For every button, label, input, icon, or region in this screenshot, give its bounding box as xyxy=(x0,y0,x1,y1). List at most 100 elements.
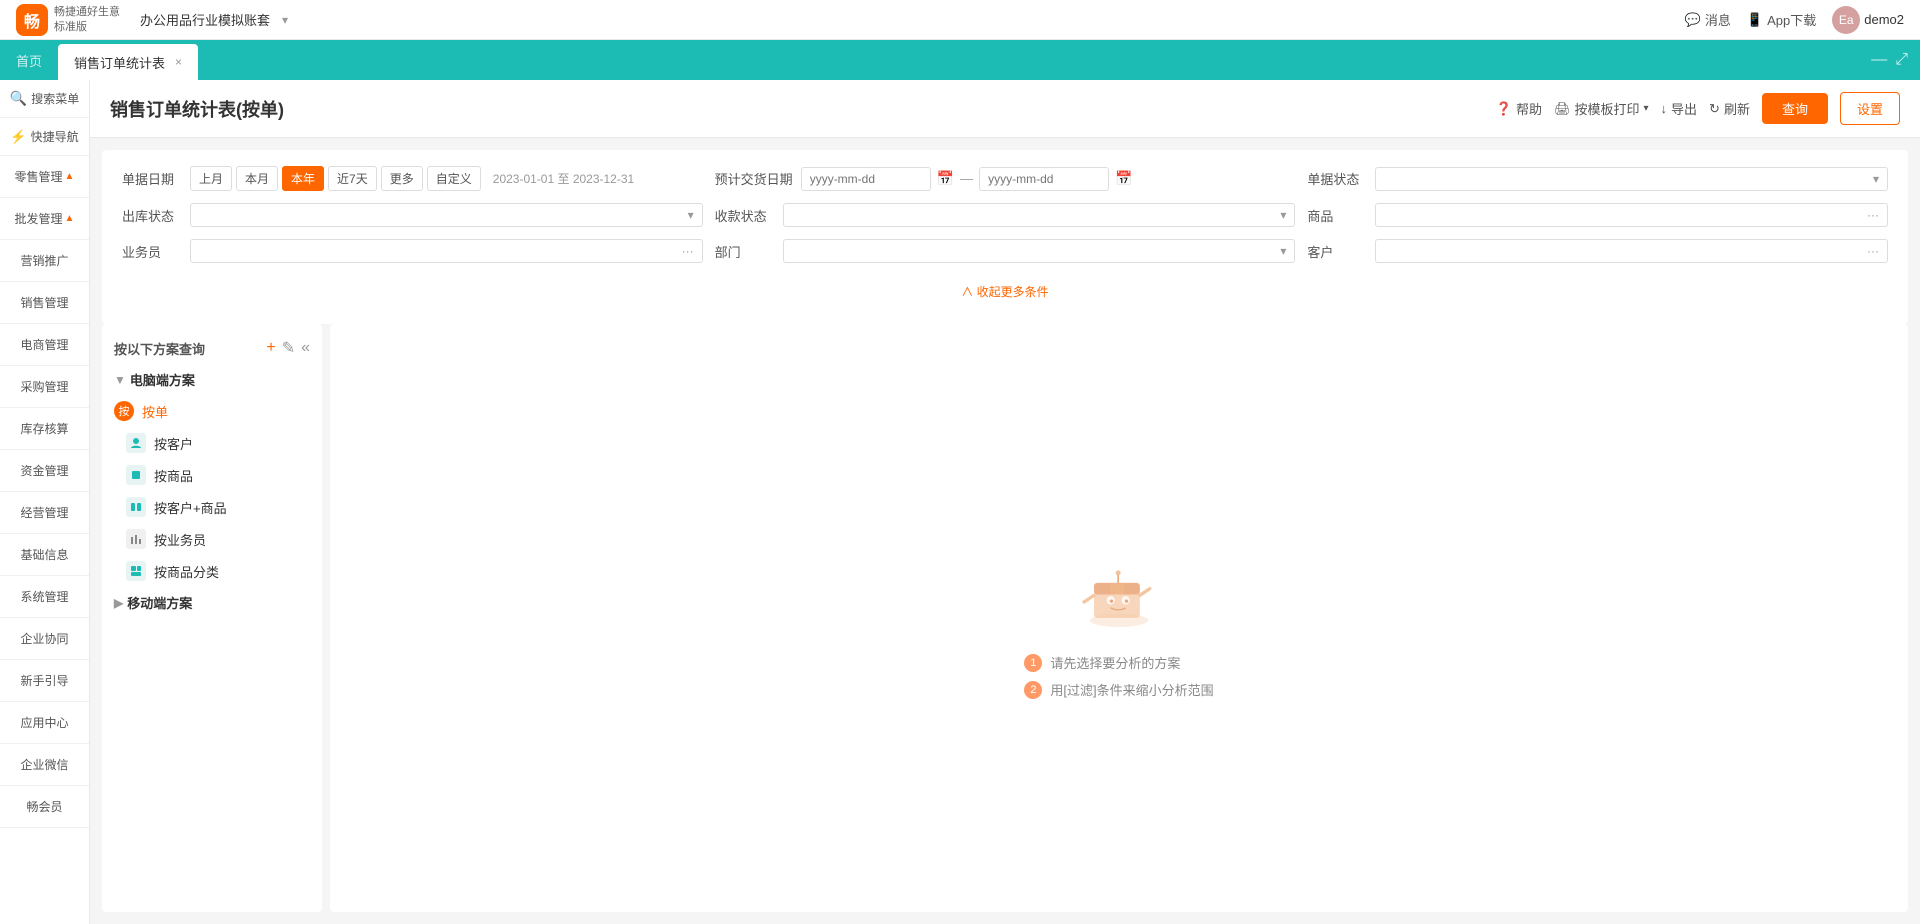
print-icon: 🖨 xyxy=(1554,101,1571,117)
tab-home[interactable]: 首页 xyxy=(0,40,58,80)
message-btn[interactable]: 💬 消息 xyxy=(1685,10,1731,29)
collapse-panel-btn[interactable]: « xyxy=(301,339,310,357)
payment-dropdown-icon: ▾ xyxy=(1280,208,1286,222)
tab-minimize-icon[interactable]: — xyxy=(1871,51,1887,69)
app-title-dropdown-icon[interactable]: ▾ xyxy=(282,13,288,27)
department-label: 部门 xyxy=(715,242,775,261)
collapse-bar[interactable]: ∧ 收起更多条件 xyxy=(122,275,1888,308)
print-btn[interactable]: 🖨 按模板打印 ▾ xyxy=(1554,99,1649,118)
add-scheme-btn[interactable]: + xyxy=(266,339,275,357)
date-btn-this-month[interactable]: 本月 xyxy=(236,166,278,191)
goods-more-icon[interactable]: ··· xyxy=(1867,208,1879,222)
message-icon: 💬 xyxy=(1685,12,1701,28)
sidebar-nav[interactable]: ⚡ 快捷导航 xyxy=(0,118,89,156)
sidebar-item-basic-info[interactable]: 基础信息 xyxy=(0,534,89,576)
home-tab-label: 首页 xyxy=(16,51,42,70)
sidebar-search[interactable]: 🔍 搜索菜单 xyxy=(0,80,89,118)
sidebar-item-marketing[interactable]: 营销推广 xyxy=(0,240,89,282)
logo-text: 畅捷通好生意 标准版 xyxy=(54,5,120,34)
scheme-by-goods[interactable]: 按商品 xyxy=(102,459,322,491)
shipment-label: 出库状态 xyxy=(122,206,182,225)
tab-expand-icon[interactable]: ⤢ xyxy=(1895,51,1908,69)
wholesale-label: 批发管理 xyxy=(15,210,63,227)
edit-scheme-btn[interactable]: ✎ xyxy=(282,338,295,358)
sidebar-item-app-center[interactable]: 应用中心 xyxy=(0,702,89,744)
panel-header-actions: + ✎ « xyxy=(266,338,310,358)
date-btn-this-year[interactable]: 本年 xyxy=(282,166,324,191)
by-goods-category-icon xyxy=(126,561,146,581)
empty-hints: 1 请先选择要分析的方案 2 用[过滤]条件来缩小分析范围 xyxy=(1024,653,1213,699)
scheme-by-customer-goods[interactable]: 按客户+商品 xyxy=(102,491,322,523)
panel-header: 按以下方案查询 + ✎ « xyxy=(102,332,322,364)
payment-select[interactable]: ▾ xyxy=(783,203,1296,227)
sidebar-item-purchase[interactable]: 采购管理 xyxy=(0,366,89,408)
customer-more-icon[interactable]: ··· xyxy=(1867,244,1879,258)
doc-status-label: 单据状态 xyxy=(1307,169,1367,188)
scheme-by-order[interactable]: 按 按单 xyxy=(102,395,322,427)
download-icon: 📱 xyxy=(1747,12,1763,28)
query-row-3: 业务员 ··· 部门 ▾ 客户 xyxy=(122,239,1888,263)
department-field: 部门 ▾ xyxy=(715,239,1296,263)
sidebar-item-newbie[interactable]: 新手引导 xyxy=(0,660,89,702)
by-goods-icon xyxy=(126,465,146,485)
query-section: 单据日期 上月 本月 本年 近7天 更多 自定义 2023-01-01 至 20… xyxy=(102,150,1908,324)
sidebar-item-inventory[interactable]: 库存核算 xyxy=(0,408,89,450)
collapse-label: 收起更多条件 xyxy=(977,285,1049,299)
refresh-icon: ↻ xyxy=(1709,101,1720,117)
shipment-dropdown-icon: ▾ xyxy=(688,208,694,222)
app-download-btn[interactable]: 📱 App下载 xyxy=(1747,10,1816,29)
date-btn-7days[interactable]: 近7天 xyxy=(328,166,377,191)
sidebar-item-retail[interactable]: 零售管理 ▲ xyxy=(0,156,89,198)
customer-select[interactable]: ··· xyxy=(1375,239,1888,263)
sidebar-item-operations[interactable]: 经营管理 xyxy=(0,492,89,534)
scheme-by-salesperson[interactable]: 按业务员 xyxy=(102,523,322,555)
user-area[interactable]: Ea demo2 xyxy=(1832,6,1904,34)
pc-schemes-section[interactable]: ▼ 电脑端方案 xyxy=(102,364,322,395)
sidebar-item-system[interactable]: 系统管理 xyxy=(0,576,89,618)
export-btn[interactable]: ↓ 导出 xyxy=(1661,99,1698,118)
expected-date-label: 预计交货日期 xyxy=(715,169,793,188)
retail-label: 零售管理 xyxy=(15,168,63,185)
salesperson-field: 业务员 ··· xyxy=(122,239,703,263)
customer-field: 客户 ··· xyxy=(1307,239,1888,263)
expected-date-start[interactable] xyxy=(801,167,931,191)
salesperson-label: 业务员 xyxy=(122,242,182,261)
tab-sales-report[interactable]: 销售订单统计表 × xyxy=(58,44,198,80)
page-title: 销售订单统计表(按单) xyxy=(110,96,284,134)
date-btn-custom[interactable]: 自定义 xyxy=(427,166,481,191)
department-select[interactable]: ▾ xyxy=(783,239,1296,263)
help-btn[interactable]: ❓ 帮助 xyxy=(1496,99,1542,118)
doc-date-label: 单据日期 xyxy=(122,169,182,188)
sidebar-item-finance[interactable]: 资金管理 xyxy=(0,450,89,492)
doc-status-select[interactable]: ▾ xyxy=(1375,167,1888,191)
expected-date-end[interactable] xyxy=(979,167,1109,191)
pc-schemes-expand-icon: ▼ xyxy=(114,373,126,387)
sidebar-item-member[interactable]: 畅会员 xyxy=(0,786,89,828)
date-btn-last-month[interactable]: 上月 xyxy=(190,166,232,191)
doc-status-field: 单据状态 ▾ xyxy=(1307,167,1888,191)
scheme-by-customer[interactable]: 按客户 xyxy=(102,427,322,459)
sidebar-item-ecommerce[interactable]: 电商管理 xyxy=(0,324,89,366)
query-button[interactable]: 查询 xyxy=(1762,93,1828,124)
hint-item-2: 2 用[过滤]条件来缩小分析范围 xyxy=(1024,680,1213,699)
refresh-btn[interactable]: ↻ 刷新 xyxy=(1709,99,1750,118)
calendar-icon-start[interactable]: 📅 xyxy=(937,170,954,187)
calendar-icon-end[interactable]: 📅 xyxy=(1115,170,1132,187)
tab-close-icon[interactable]: × xyxy=(175,55,182,69)
payment-label: 收款状态 xyxy=(715,206,775,225)
mobile-schemes-expand-icon: ▶ xyxy=(114,596,123,610)
sidebar-item-sales[interactable]: 销售管理 xyxy=(0,282,89,324)
salesperson-select[interactable]: ··· xyxy=(190,239,703,263)
sidebar-item-enterprise[interactable]: 企业协同 xyxy=(0,618,89,660)
scheme-by-goods-category[interactable]: 按商品分类 xyxy=(102,555,322,587)
shipment-select[interactable]: ▾ xyxy=(190,203,703,227)
sidebar-item-wholesale[interactable]: 批发管理 ▲ xyxy=(0,198,89,240)
settings-button[interactable]: 设置 xyxy=(1840,92,1900,125)
main-layout: 🔍 搜索菜单 ⚡ 快捷导航 零售管理 ▲ 批发管理 ▲ 营销推广 销售管理 电商… xyxy=(0,80,1920,924)
goods-select[interactable]: ··· xyxy=(1375,203,1888,227)
salesperson-more-icon[interactable]: ··· xyxy=(682,244,694,258)
date-range-text: 2023-01-01 至 2023-12-31 xyxy=(493,170,634,187)
date-btn-more[interactable]: 更多 xyxy=(381,166,423,191)
mobile-schemes-section[interactable]: ▶ 移动端方案 xyxy=(102,587,322,618)
sidebar-item-wechat[interactable]: 企业微信 xyxy=(0,744,89,786)
